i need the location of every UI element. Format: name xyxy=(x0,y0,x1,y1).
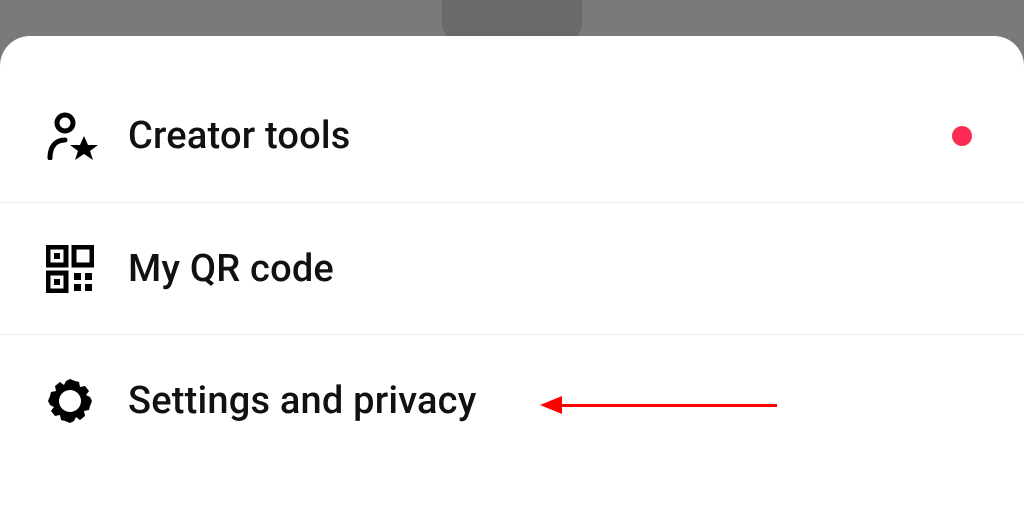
menu-item-creator-tools[interactable]: Creator tools xyxy=(0,70,1024,202)
qr-code-icon xyxy=(46,245,100,293)
backdrop-object xyxy=(442,0,582,40)
menu-item-label: Creator tools xyxy=(128,114,351,158)
person-star-icon xyxy=(46,112,100,160)
menu-item-label: Settings and privacy xyxy=(128,379,477,423)
menu-item-label: My QR code xyxy=(128,247,334,291)
menu-item-my-qr-code[interactable]: My QR code xyxy=(0,202,1024,334)
bottom-sheet: Creator tools My QR code xyxy=(0,36,1024,516)
notification-badge xyxy=(952,126,972,146)
menu-item-settings-privacy[interactable]: Settings and privacy xyxy=(0,334,1024,466)
gear-icon xyxy=(46,377,100,425)
